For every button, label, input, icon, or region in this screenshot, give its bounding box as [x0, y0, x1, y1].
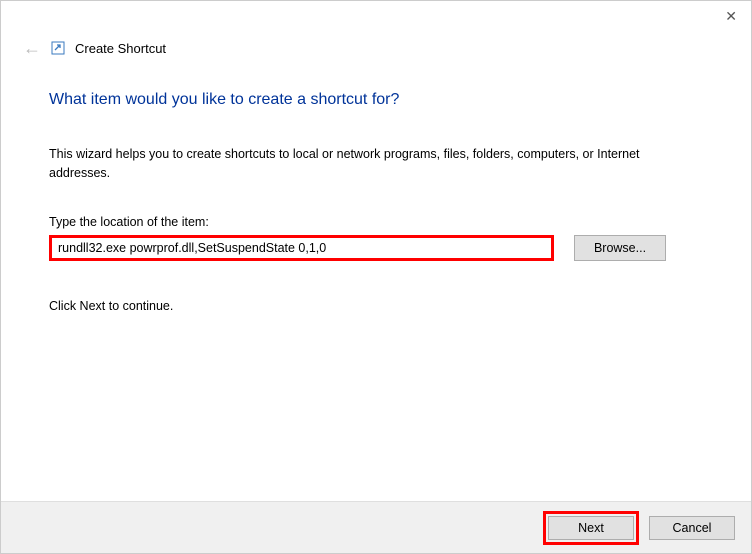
description-text: This wizard helps you to create shortcut… [49, 145, 689, 183]
close-icon[interactable]: ✕ [725, 8, 737, 25]
page-heading: What item would you like to create a sho… [49, 91, 703, 109]
dialog-content: What item would you like to create a sho… [1, 57, 751, 313]
shortcut-icon [51, 41, 65, 55]
browse-button[interactable]: Browse... [574, 235, 666, 261]
location-input[interactable] [49, 235, 554, 261]
cancel-button[interactable]: Cancel [649, 516, 735, 540]
next-button[interactable]: Next [548, 516, 634, 540]
location-label: Type the location of the item: [49, 215, 703, 229]
back-arrow-icon[interactable]: ← [23, 39, 41, 57]
location-row: Browse... [49, 235, 703, 261]
dialog-footer: Next Cancel [1, 501, 751, 553]
continue-text: Click Next to continue. [49, 299, 703, 313]
next-highlight: Next [543, 511, 639, 545]
dialog-header: ← Create Shortcut [1, 31, 751, 57]
titlebar: ✕ [1, 1, 751, 31]
dialog-title: Create Shortcut [75, 41, 166, 56]
